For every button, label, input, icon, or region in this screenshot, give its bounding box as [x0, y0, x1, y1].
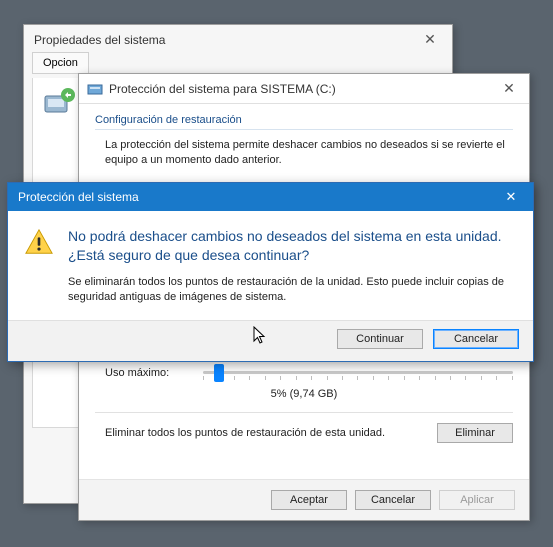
- close-icon[interactable]: ✕: [495, 187, 527, 207]
- divider: [95, 412, 513, 413]
- max-usage-row: Uso máximo:: [105, 362, 513, 384]
- close-icon[interactable]: ✕: [495, 80, 523, 97]
- dialog-button-bar: Continuar Cancelar: [8, 320, 533, 361]
- dialog-title: Protección del sistema: [18, 190, 139, 204]
- titlebar: Propiedades del sistema ✕: [24, 25, 452, 52]
- confirmation-dialog: Protección del sistema ✕ No podrá deshac…: [7, 182, 534, 362]
- apply-button[interactable]: Aplicar: [439, 490, 515, 510]
- slider-thumb[interactable]: [214, 364, 224, 382]
- warning-icon: [24, 227, 54, 257]
- tab-options[interactable]: Opcion: [32, 52, 89, 73]
- drive-icon: [87, 81, 103, 97]
- max-usage-label: Uso máximo:: [105, 367, 185, 379]
- group-header: Configuración de restauración: [95, 114, 513, 130]
- max-usage-slider[interactable]: [203, 362, 513, 384]
- dialog-content: No podrá deshacer cambios no deseados de…: [8, 211, 533, 320]
- main-message: No podrá deshacer cambios no deseados de…: [68, 227, 515, 265]
- window-title: Protección del sistema para SISTEMA (C:): [109, 82, 336, 96]
- delete-button[interactable]: Eliminar: [437, 423, 513, 443]
- cancel-button[interactable]: Cancelar: [433, 329, 519, 349]
- ok-button[interactable]: Aceptar: [271, 490, 347, 510]
- delete-row: Eliminar todos los puntos de restauració…: [105, 423, 513, 443]
- button-bar: Aceptar Cancelar Aplicar: [79, 479, 529, 520]
- delete-description: Eliminar todos los puntos de restauració…: [105, 426, 423, 440]
- restore-icon: [43, 86, 77, 120]
- close-icon[interactable]: ✕: [416, 31, 444, 48]
- continue-button[interactable]: Continuar: [337, 329, 423, 349]
- titlebar: Protección del sistema ✕: [8, 183, 533, 211]
- sub-message: Se eliminarán todos los puntos de restau…: [68, 275, 515, 306]
- max-usage-value: 5% (9,74 GB): [95, 388, 513, 400]
- tab-strip: Opcion: [32, 52, 444, 74]
- cancel-button[interactable]: Cancelar: [355, 490, 431, 510]
- protection-description: La protección del sistema permite deshac…: [105, 138, 513, 168]
- window-title: Propiedades del sistema: [34, 33, 165, 47]
- titlebar: Protección del sistema para SISTEMA (C:)…: [79, 74, 529, 104]
